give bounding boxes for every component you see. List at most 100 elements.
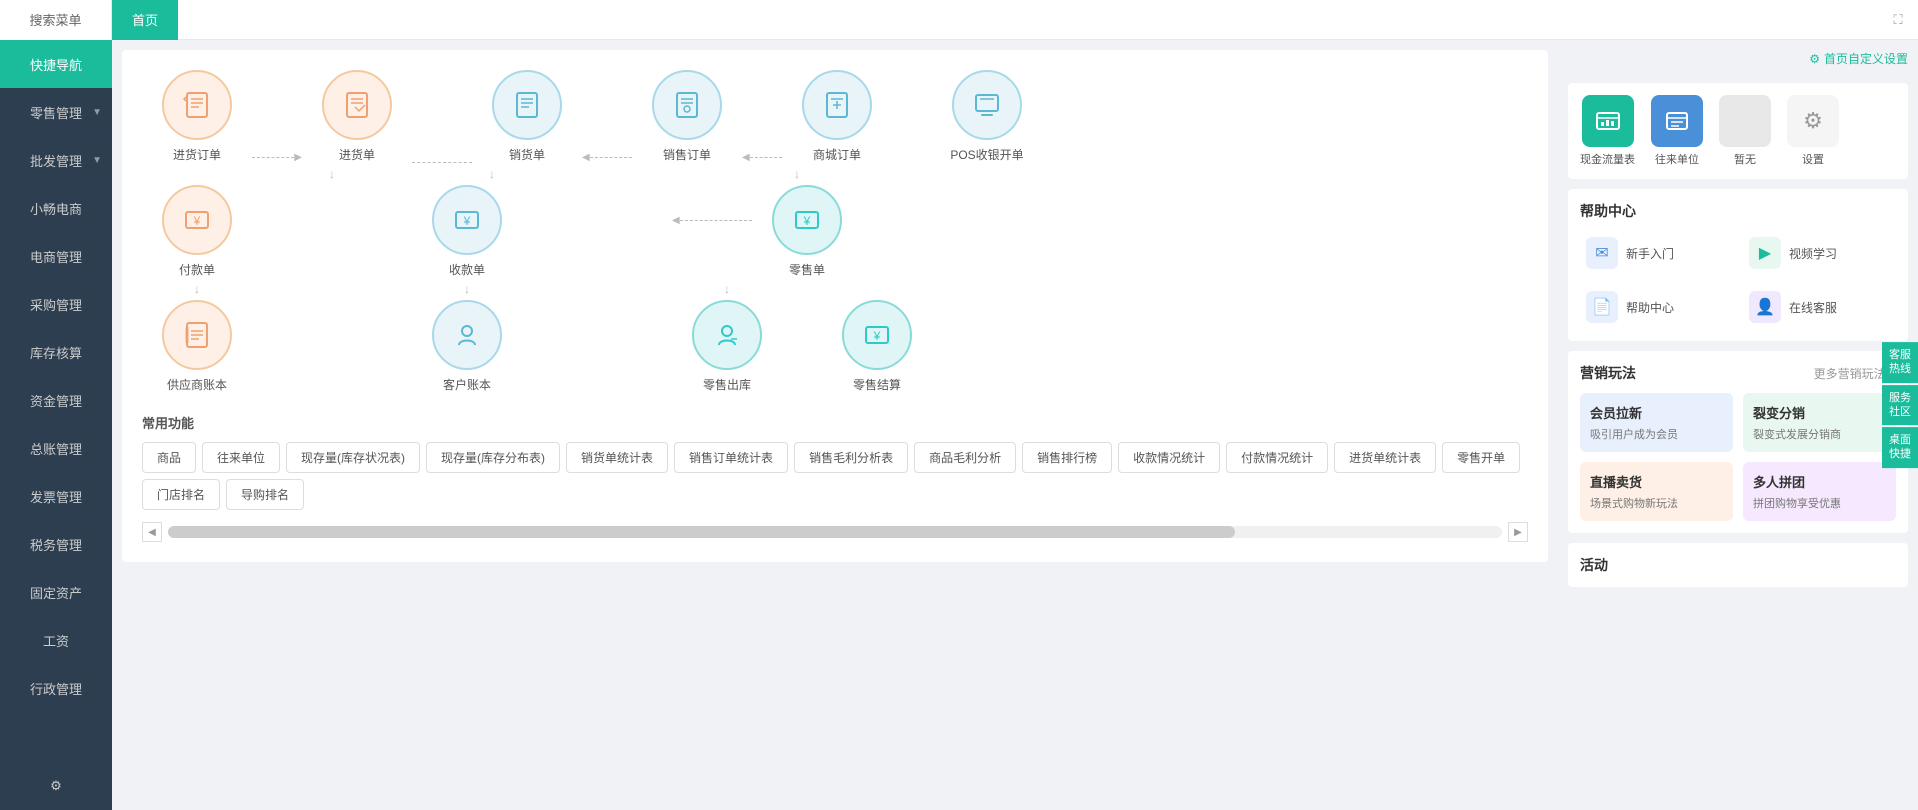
expand-icon[interactable]: ⛶ <box>1888 10 1908 30</box>
help-item-beginner[interactable]: ✉ 新手入门 <box>1580 231 1733 275</box>
flow-node-mall-order[interactable]: 商城订单 <box>782 70 892 163</box>
func-btn-guide-rank[interactable]: 导购排名 <box>226 479 304 510</box>
sidebar-item-ecommerce-small[interactable]: 小畅电商 <box>0 184 112 232</box>
common-functions: 常用功能 商品 往来单位 现存量(库存状况表) 现存量(库存分布表) 销货单统计… <box>142 413 1528 510</box>
help-item-video[interactable]: ▶ 视频学习 <box>1743 231 1896 275</box>
sidebar-item-ledger[interactable]: 总账管理 <box>0 424 112 472</box>
sidebar-item-wholesale[interactable]: 批发管理 ▼ <box>0 136 112 184</box>
arrow-left-retail: ◀ <box>672 215 752 226</box>
flow-node-purchase[interactable]: 进货单 <box>302 70 412 163</box>
func-btn-purchase-stat[interactable]: 进货单统计表 <box>1334 442 1436 473</box>
float-btn-community[interactable]: 服务社区 <box>1882 385 1918 426</box>
flow-node-sale[interactable]: 销货单 <box>472 70 582 163</box>
flow-node-retail-order[interactable]: ¥ 零售单 <box>752 185 862 278</box>
func-btn-sale-profit[interactable]: 销售毛利分析表 <box>794 442 908 473</box>
flow-node-sales-order[interactable]: 销售订单 <box>632 70 742 163</box>
help-item-online-service[interactable]: 👤 在线客服 <box>1743 285 1896 329</box>
customer-ledger-label: 客户账本 <box>443 376 491 393</box>
member-desc: 吸引用户成为会员 <box>1590 426 1723 442</box>
payment-label: 付款单 <box>179 261 215 278</box>
sidebar-item-ecommerce-mgmt[interactable]: 电商管理 <box>0 232 112 280</box>
down-arrows-row2: ↓ ↓ ↓ <box>142 282 1528 296</box>
sidebar-item-invoice[interactable]: 发票管理 <box>0 472 112 520</box>
sidebar-item-finance[interactable]: 资金管理 <box>0 376 112 424</box>
scroll-track[interactable] <box>168 526 1502 538</box>
settings-label: 设置 <box>1802 151 1824 167</box>
scroll-right-arrow[interactable]: ▶ <box>1508 522 1528 542</box>
func-btn-saleorder-stat[interactable]: 销售订单统计表 <box>674 442 788 473</box>
func-btn-retail-open[interactable]: 零售开单 <box>1442 442 1520 473</box>
help-item-help-center[interactable]: 📄 帮助中心 <box>1580 285 1733 329</box>
float-btn-service[interactable]: 客服热线 <box>1882 342 1918 383</box>
content-area: 进货订单 ▶ 进 <box>112 40 1918 810</box>
retail-out-label: 零售出库 <box>703 376 751 393</box>
func-btn-receipt-stat[interactable]: 收款情况统计 <box>1118 442 1220 473</box>
search-menu-button[interactable]: 搜索菜单 <box>0 0 112 40</box>
fission-title: 裂变分销 <box>1753 403 1886 422</box>
flow-diagram-inner: 进货订单 ▶ 进 <box>142 70 1528 397</box>
marketing-item-live[interactable]: 直播卖货 场景式购物新玩法 <box>1580 462 1733 521</box>
quick-icon-settings[interactable]: ⚙ 设置 <box>1787 95 1839 167</box>
func-btn-stock-status[interactable]: 现存量(库存状况表) <box>286 442 420 473</box>
flow-node-receipt[interactable]: ¥ 收款单 <box>412 185 522 278</box>
func-btn-payment-stat[interactable]: 付款情况统计 <box>1226 442 1328 473</box>
flow-node-purchase-order[interactable]: 进货订单 <box>142 70 252 163</box>
marketing-item-group[interactable]: 多人拼团 拼团购物享受优惠 <box>1743 462 1896 521</box>
home-tab[interactable]: 首页 <box>112 0 178 40</box>
sidebar-item-salary[interactable]: 工资 <box>0 616 112 664</box>
online-service-icon: 👤 <box>1749 291 1781 323</box>
receipt-icon: ¥ <box>432 185 502 255</box>
sidebar-item-inventory[interactable]: 库存核算 <box>0 328 112 376</box>
sidebar-item-admin[interactable]: 行政管理 <box>0 664 112 712</box>
retail-order-area: ◀ ¥ 零售单 <box>672 185 862 278</box>
activity-card: 活动 <box>1568 543 1908 587</box>
func-btn-store-rank[interactable]: 门店排名 <box>142 479 220 510</box>
cashflow-label: 现金流量表 <box>1580 151 1635 167</box>
purchase-icon <box>322 70 392 140</box>
help-center-title: 帮助中心 <box>1580 201 1896 221</box>
quick-icons-bar: 现金流量表 往来单位 暂无 ⚙ 设置 <box>1568 83 1908 179</box>
quick-icon-counterpart[interactable]: 往来单位 <box>1651 95 1703 167</box>
sidebar-item-quicknav[interactable]: 快捷导航 <box>0 40 112 88</box>
top-bar: 搜索菜单 首页 ⛶ <box>0 0 1918 40</box>
video-label: 视频学习 <box>1789 245 1837 262</box>
flow-node-retail-out[interactable]: 零售出库 <box>672 300 782 393</box>
chevron-down-icon: ▼ <box>92 155 102 166</box>
marketing-item-fission[interactable]: 裂变分销 裂变式发展分销商 <box>1743 393 1896 452</box>
counterpart-label: 往来单位 <box>1655 151 1699 167</box>
flow-diagram: 进货订单 ▶ 进 <box>142 70 1528 397</box>
sidebar-item-assets[interactable]: 固定资产 <box>0 568 112 616</box>
flow-node-pos[interactable]: POS收银开单 <box>932 70 1042 163</box>
quick-icon-cashflow[interactable]: 现金流量表 <box>1580 95 1635 167</box>
sidebar-item-purchase[interactable]: 采购管理 <box>0 280 112 328</box>
pos-icon <box>952 70 1022 140</box>
float-btn-desktop[interactable]: 桌面快捷 <box>1882 427 1918 468</box>
sidebar-item-retail[interactable]: 零售管理 ▼ <box>0 88 112 136</box>
customize-link[interactable]: ⚙ 首页自定义设置 <box>1568 50 1908 67</box>
marketing-header: 营销玩法 更多营销玩法 > <box>1580 363 1896 383</box>
flow-node-retail-settle[interactable]: ¥ 零售结算 <box>822 300 932 393</box>
flow-node-supplier-ledger[interactable]: 供应商账本 <box>142 300 252 393</box>
sales-order-label: 销售订单 <box>663 146 711 163</box>
chevron-down-icon: ▼ <box>92 107 102 118</box>
marketing-item-member[interactable]: 会员拉新 吸引用户成为会员 <box>1580 393 1733 452</box>
func-btn-goods-profit[interactable]: 商品毛利分析 <box>914 442 1016 473</box>
flow-node-payment[interactable]: ¥ 付款单 <box>142 185 252 278</box>
func-btn-goods[interactable]: 商品 <box>142 442 196 473</box>
sidebar-bottom: ⚙ <box>0 762 112 810</box>
func-btn-sale-stat[interactable]: 销货单统计表 <box>566 442 668 473</box>
down-arrow-5: ↓ <box>722 167 872 181</box>
func-btn-sale-rank[interactable]: 销售排行榜 <box>1022 442 1112 473</box>
main-panel: 进货订单 ▶ 进 <box>112 40 1558 810</box>
settings-icon[interactable]: ⚙ <box>0 762 112 810</box>
quick-icon-empty[interactable]: 暂无 <box>1719 95 1771 167</box>
func-btn-counterpart[interactable]: 往来单位 <box>202 442 280 473</box>
member-title: 会员拉新 <box>1590 403 1723 422</box>
scroll-left-arrow[interactable]: ◀ <box>142 522 162 542</box>
sidebar-item-tax[interactable]: 税务管理 <box>0 520 112 568</box>
counterpart-icon-box <box>1651 95 1703 147</box>
down-arrow-pay: ↓ <box>142 282 252 296</box>
flow-card: 进货订单 ▶ 进 <box>122 50 1548 562</box>
flow-node-customer-ledger[interactable]: 客户账本 <box>412 300 522 393</box>
func-btn-stock-dist[interactable]: 现存量(库存分布表) <box>426 442 560 473</box>
